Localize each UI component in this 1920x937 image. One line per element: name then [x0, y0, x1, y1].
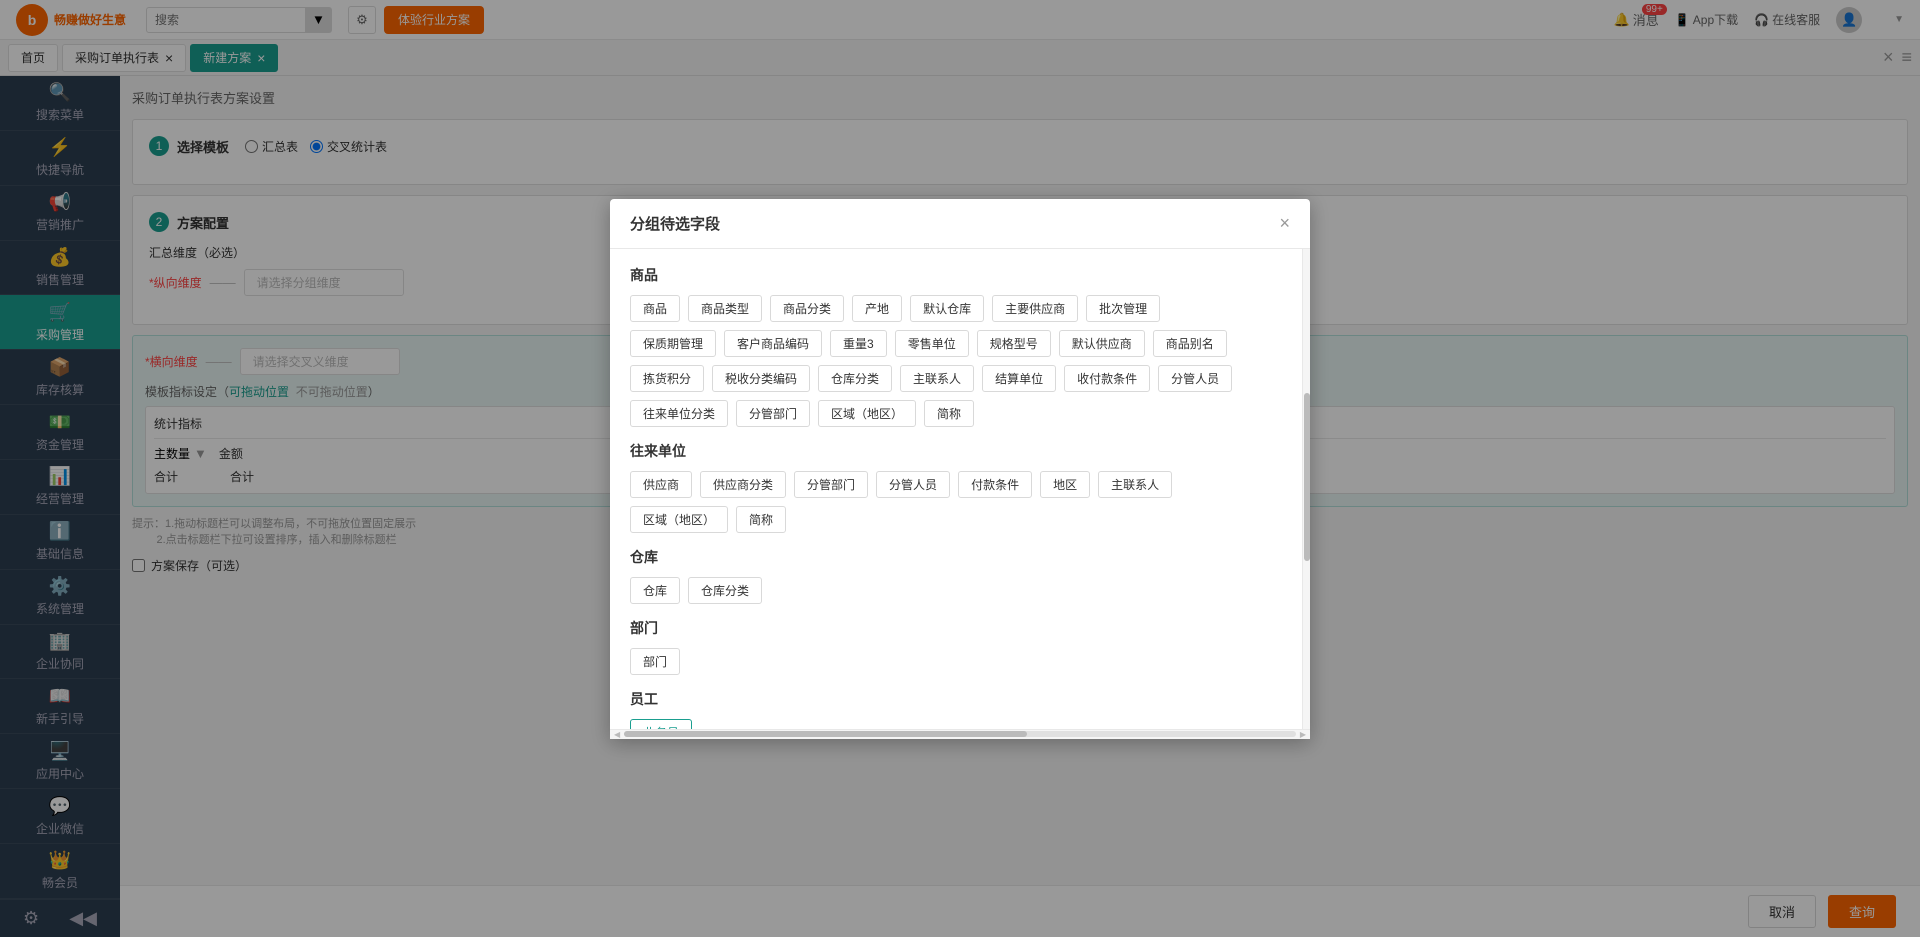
tag-dept[interactable]: 部门 — [630, 648, 680, 675]
tag-supplier-category[interactable]: 供应商分类 — [700, 471, 786, 498]
tag-salesperson[interactable]: 业务员 — [630, 719, 692, 729]
v-scrollbar[interactable] — [1302, 249, 1310, 729]
tag-weight3[interactable]: 重量3 — [830, 330, 887, 357]
tag-retail-unit[interactable]: 零售单位 — [895, 330, 969, 357]
modal-overlay: 分组待选字段 × 商品 商品 商品类型 商品分类 产地 默认仓库 主要供应商 批… — [0, 0, 1920, 937]
tag-pick-points[interactable]: 拣货积分 — [630, 365, 704, 392]
tag-partner-category[interactable]: 往来单位分类 — [630, 400, 728, 427]
h-scroll-thumb[interactable] — [624, 731, 1027, 737]
goods-tags-3: 拣货积分 税收分类编码 仓库分类 主联系人 结算单位 收付款条件 分管人员 — [630, 365, 1282, 392]
tag-main-contact-partner[interactable]: 主联系人 — [1098, 471, 1172, 498]
modal-content-area: 商品 商品 商品类型 商品分类 产地 默认仓库 主要供应商 批次管理 保质期管理… — [610, 249, 1310, 729]
tag-goods-type[interactable]: 商品类型 — [688, 295, 762, 322]
tag-default-supplier[interactable]: 默认供应商 — [1059, 330, 1145, 357]
h-scroll-right-btn[interactable]: ▶ — [1300, 730, 1306, 739]
tag-supplier[interactable]: 供应商 — [630, 471, 692, 498]
tag-warehouse-category[interactable]: 仓库分类 — [818, 365, 892, 392]
warehouse-tags: 仓库 仓库分类 — [630, 577, 1282, 604]
goods-tags-2: 保质期管理 客户商品编码 重量3 零售单位 规格型号 默认供应商 商品别名 — [630, 330, 1282, 357]
tag-warehouse-cat[interactable]: 仓库分类 — [688, 577, 762, 604]
tag-goods[interactable]: 商品 — [630, 295, 680, 322]
partner-tags-2: 区域（地区） 简称 — [630, 506, 1282, 533]
section-partner: 往来单位 — [630, 441, 1282, 461]
tag-abbr-partner[interactable]: 简称 — [736, 506, 786, 533]
tag-payment-terms[interactable]: 收付款条件 — [1064, 365, 1150, 392]
h-scroll-track — [624, 731, 1296, 737]
dept-tags: 部门 — [630, 648, 1282, 675]
tag-dept-partner[interactable]: 分管部门 — [794, 471, 868, 498]
tag-origin[interactable]: 产地 — [852, 295, 902, 322]
modal-body: 商品 商品 商品类型 商品分类 产地 默认仓库 主要供应商 批次管理 保质期管理… — [610, 249, 1302, 729]
tag-warehouse[interactable]: 仓库 — [630, 577, 680, 604]
tag-spec-model[interactable]: 规格型号 — [977, 330, 1051, 357]
modal-header: 分组待选字段 × — [610, 199, 1310, 249]
tag-dept-managed[interactable]: 分管部门 — [736, 400, 810, 427]
modal-title: 分组待选字段 — [630, 213, 720, 234]
h-scrollbar: ◀ ▶ — [610, 729, 1310, 739]
modal-close-button[interactable]: × — [1279, 213, 1290, 234]
goods-tags-4: 往来单位分类 分管部门 区域（地区） 简称 — [630, 400, 1282, 427]
employee-tags: 业务员 — [630, 719, 1282, 729]
tag-goods-alias[interactable]: 商品别名 — [1153, 330, 1227, 357]
tag-settlement-unit[interactable]: 结算单位 — [982, 365, 1056, 392]
tag-main-contact[interactable]: 主联系人 — [900, 365, 974, 392]
tag-region-district[interactable]: 区域（地区） — [630, 506, 728, 533]
section-dept: 部门 — [630, 618, 1282, 638]
v-scroll-thumb[interactable] — [1304, 393, 1310, 561]
modal-dialog: 分组待选字段 × 商品 商品 商品类型 商品分类 产地 默认仓库 主要供应商 批… — [610, 199, 1310, 739]
tag-main-supplier[interactable]: 主要供应商 — [992, 295, 1078, 322]
section-employee: 员工 — [630, 689, 1282, 709]
tag-tax-code[interactable]: 税收分类编码 — [712, 365, 810, 392]
tag-person-partner[interactable]: 分管人员 — [876, 471, 950, 498]
tag-default-warehouse[interactable]: 默认仓库 — [910, 295, 984, 322]
tag-batch-mgmt[interactable]: 批次管理 — [1086, 295, 1160, 322]
section-warehouse: 仓库 — [630, 547, 1282, 567]
section-goods: 商品 — [630, 265, 1282, 285]
tag-supervisor[interactable]: 分管人员 — [1158, 365, 1232, 392]
goods-tags: 商品 商品类型 商品分类 产地 默认仓库 主要供应商 批次管理 — [630, 295, 1282, 322]
tag-region[interactable]: 区域（地区） — [818, 400, 916, 427]
tag-abbr-goods[interactable]: 简称 — [924, 400, 974, 427]
tag-customer-code[interactable]: 客户商品编码 — [724, 330, 822, 357]
tag-payment-cond[interactable]: 付款条件 — [958, 471, 1032, 498]
tag-expiry-mgmt[interactable]: 保质期管理 — [630, 330, 716, 357]
tag-goods-category[interactable]: 商品分类 — [770, 295, 844, 322]
partner-tags: 供应商 供应商分类 分管部门 分管人员 付款条件 地区 主联系人 — [630, 471, 1282, 498]
h-scroll-left-btn[interactable]: ◀ — [614, 730, 620, 739]
tag-region-partner[interactable]: 地区 — [1040, 471, 1090, 498]
